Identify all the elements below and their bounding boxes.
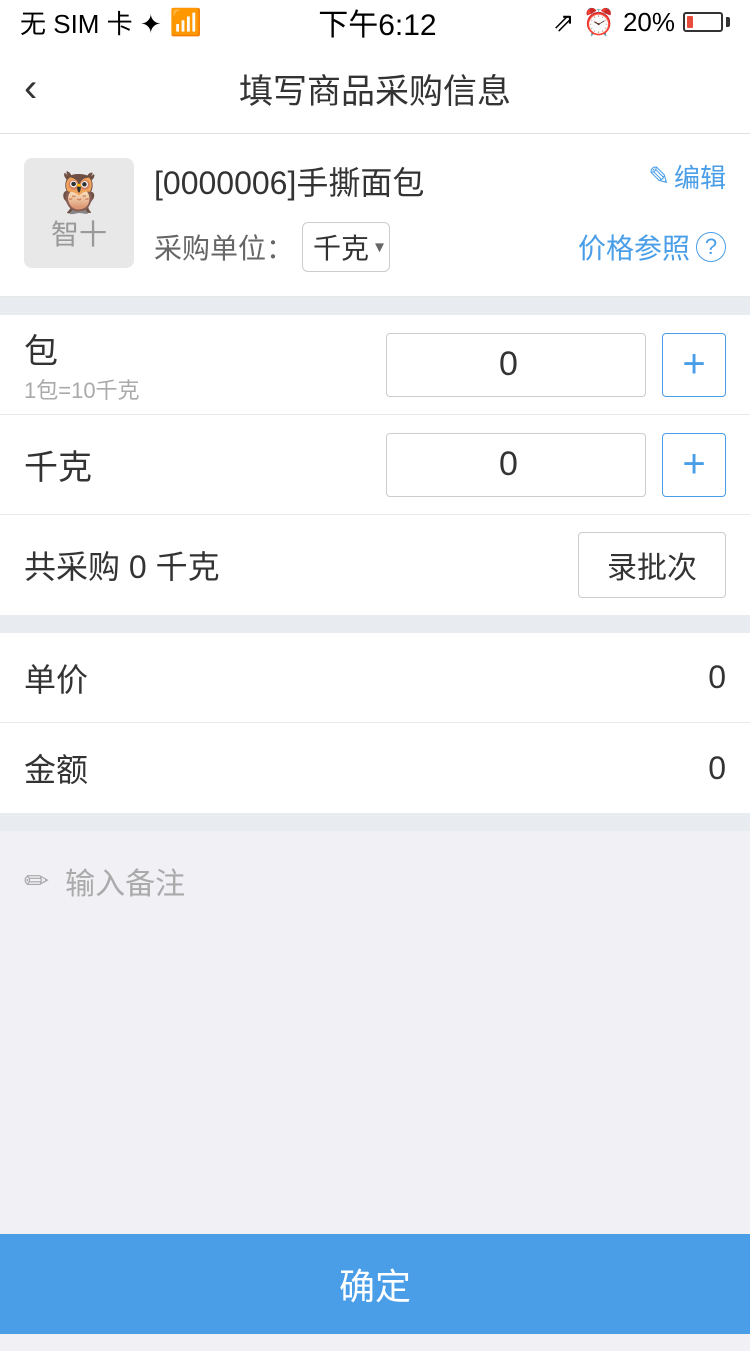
alarm-icon: ⏰ (583, 7, 615, 38)
confirm-bar[interactable]: 确定 (0, 1234, 750, 1334)
batch-button[interactable]: 录批次 (578, 532, 726, 598)
bag-label-sub: 1包=10千克 (24, 373, 140, 405)
kg-label-main: 千克 (24, 440, 124, 489)
edit-icon: ✎ (648, 161, 670, 192)
status-time: 下午6:12 (318, 0, 436, 44)
unit-price-row: 单价 0 (0, 633, 750, 723)
status-left: 无 SIM 卡 ✦ 📶 (20, 4, 202, 41)
amount-row: 金额 0 (0, 723, 750, 813)
location-icon: ⇗ (553, 7, 575, 38)
product-icon: 🦉 (54, 173, 104, 213)
unit-price-label: 单价 (24, 655, 88, 701)
price-section: 单价 0 金额 0 (0, 633, 750, 813)
bag-input[interactable] (386, 333, 646, 397)
battery-percent: 20% (623, 7, 675, 38)
bag-input-wrapper: + (140, 333, 726, 397)
wifi-icon: 📶 (170, 7, 202, 38)
unit-selector[interactable]: 千克 (302, 222, 390, 272)
product-info: [0000006]手撕面包 ✎ 编辑 采购单位： 千克 价格参照 ? (154, 158, 726, 272)
unit-label: 采购单位： (154, 227, 294, 267)
remark-icon: ✏ (24, 864, 49, 899)
product-card: 🦉 智十 [0000006]手撕面包 ✎ 编辑 采购单位： 千克 (0, 134, 750, 297)
product-name: [0000006]手撕面包 (154, 158, 424, 204)
confirm-label: 确定 (339, 1258, 411, 1310)
edit-label: 编辑 (674, 158, 726, 195)
product-header: [0000006]手撕面包 ✎ 编辑 (154, 158, 726, 204)
amount-value: 0 (708, 750, 726, 787)
content-area (0, 931, 750, 1251)
kg-input[interactable] (386, 433, 646, 497)
unit-value[interactable]: 千克 (302, 222, 390, 272)
section-divider-2 (0, 615, 750, 633)
page: 无 SIM 卡 ✦ 📶 下午6:12 ⇗ ⏰ 20% ‹ 填写商品采购信息 🦉 … (0, 0, 750, 1351)
price-ref-icon: ? (696, 232, 726, 262)
summary-row: 共采购 0 千克 录批次 (0, 515, 750, 615)
price-ref-label: 价格参照 (578, 227, 690, 267)
kg-input-wrapper: + (124, 433, 726, 497)
kg-plus-button[interactable]: + (662, 433, 726, 497)
unit-row: 采购单位： 千克 价格参照 ? (154, 222, 726, 272)
unit-price-value: 0 (708, 659, 726, 696)
price-reference-button[interactable]: 价格参照 ? (578, 227, 726, 267)
summary-text: 共采购 0 千克 (24, 542, 220, 588)
product-thumbnail: 🦉 智十 (24, 158, 134, 268)
kg-label: 千克 (24, 440, 124, 489)
page-title: 填写商品采购信息 (239, 64, 511, 113)
amount-label: 金额 (24, 745, 88, 791)
status-right: ⇗ ⏰ 20% (553, 7, 730, 38)
status-bar: 无 SIM 卡 ✦ 📶 下午6:12 ⇗ ⏰ 20% (0, 0, 750, 44)
bag-label: 包 1包=10千克 (24, 324, 140, 405)
battery-indicator (683, 12, 730, 32)
bag-input-row: 包 1包=10千克 + (0, 315, 750, 415)
section-divider-3 (0, 813, 750, 831)
kg-input-row: 千克 + (0, 415, 750, 515)
input-section: 包 1包=10千克 + 千克 + (0, 315, 750, 515)
remark-placeholder: 输入备注 (65, 859, 185, 903)
bag-label-main: 包 (24, 324, 140, 373)
nav-bar: ‹ 填写商品采购信息 (0, 44, 750, 134)
section-divider-1 (0, 297, 750, 315)
back-button[interactable]: ‹ (24, 66, 37, 111)
edit-button[interactable]: ✎ 编辑 (648, 158, 726, 195)
thumbnail-label: 智十 (51, 213, 107, 253)
sim-status: 无 SIM 卡 ✦ (20, 4, 162, 41)
bag-plus-button[interactable]: + (662, 333, 726, 397)
remark-section[interactable]: ✏ 输入备注 (0, 831, 750, 931)
